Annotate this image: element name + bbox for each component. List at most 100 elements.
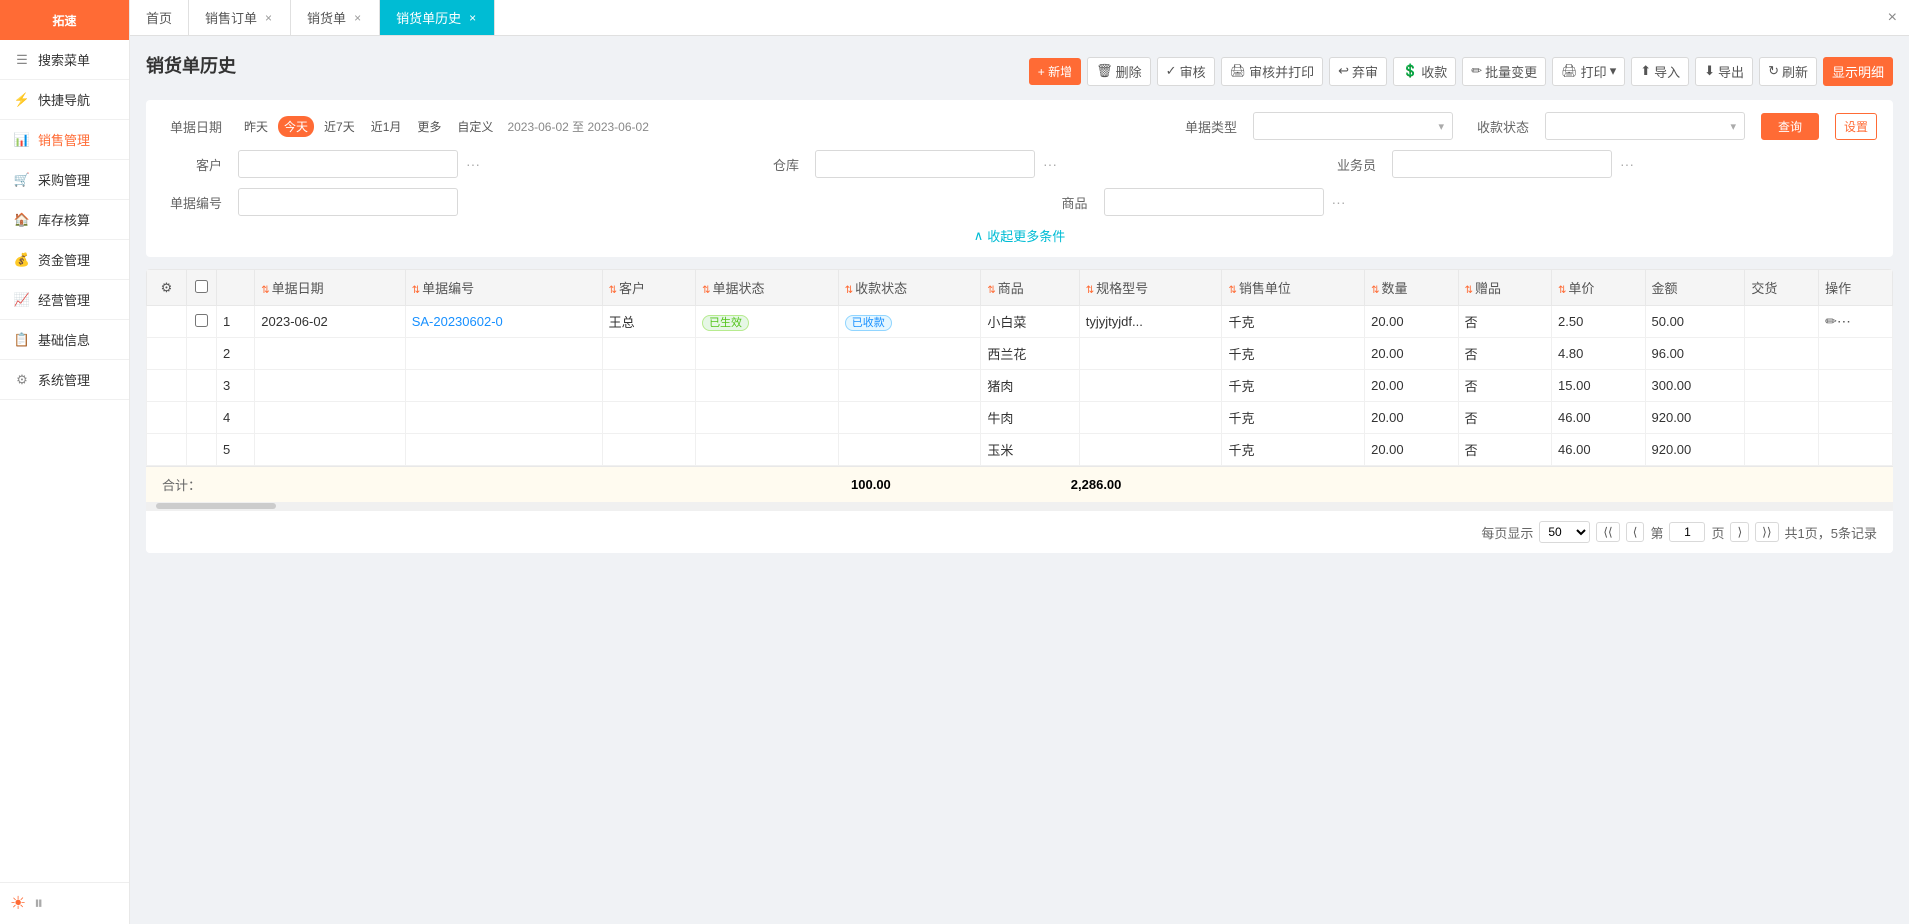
tab-home[interactable]: 首页 bbox=[130, 0, 189, 35]
date-tab-today[interactable]: 今天 bbox=[278, 116, 314, 137]
col-doc-status[interactable]: ⇅单据状态 bbox=[696, 270, 839, 306]
row-cell-doc-no bbox=[405, 370, 602, 402]
sidebar-item-purchase-mgmt[interactable]: 🛒 采购管理 bbox=[0, 160, 129, 200]
row-cell-spec bbox=[1079, 402, 1222, 434]
row-cell-doc-no bbox=[405, 402, 602, 434]
row-cell-product: 猪肉 bbox=[981, 370, 1079, 402]
settings-button[interactable]: 设置 bbox=[1835, 113, 1877, 140]
audit-button[interactable]: ✓ 审核 bbox=[1157, 57, 1215, 86]
row-cell-unit: 千克 bbox=[1222, 402, 1365, 434]
sidebar-item-inventory[interactable]: 🏠 库存核算 bbox=[0, 200, 129, 240]
col-doc-date[interactable]: ⇅单据日期 bbox=[255, 270, 405, 306]
col-customer[interactable]: ⇅客户 bbox=[602, 270, 695, 306]
date-tab-custom[interactable]: 自定义 bbox=[451, 116, 499, 137]
table-body: 12023-06-02SA-20230602-0王总已生效已收款小白菜tyjyj… bbox=[147, 306, 1893, 466]
action-edit-btn[interactable]: ✏ bbox=[1825, 313, 1837, 330]
discard-button[interactable]: ↩ 弃审 bbox=[1329, 57, 1387, 86]
tab-sales-history[interactable]: 销货单历史 × bbox=[380, 0, 495, 35]
settings-gear-icon[interactable]: ⚙ bbox=[161, 280, 173, 295]
sidebar-item-label: 资金管理 bbox=[38, 250, 90, 269]
tab-sales-goods-close[interactable]: × bbox=[352, 10, 363, 26]
filter-area: 单据日期 昨天 今天 近7天 近1月 更多 自定义 2023-06-02 至 2… bbox=[146, 100, 1893, 257]
sidebar-bottom-icon1[interactable]: ☀ bbox=[10, 893, 26, 914]
sidebar-item-sales-mgmt[interactable]: 📊 销售管理 bbox=[0, 120, 129, 160]
date-tab-7days[interactable]: 近7天 bbox=[318, 116, 361, 137]
row-cell-doc-date bbox=[255, 434, 405, 466]
scroll-thumb[interactable] bbox=[156, 503, 276, 509]
row-checkbox-col bbox=[187, 306, 217, 338]
date-tab-1month[interactable]: 近1月 bbox=[365, 116, 408, 137]
customer-input[interactable] bbox=[238, 150, 458, 178]
row-checkbox[interactable] bbox=[195, 314, 208, 327]
salesperson-field: ··· bbox=[1392, 150, 1877, 178]
date-tab-more[interactable]: 更多 bbox=[411, 116, 447, 137]
date-filter-field: 昨天 今天 近7天 近1月 更多 自定义 2023-06-02 至 2023-0… bbox=[238, 116, 1161, 137]
refresh-button[interactable]: ↻ 刷新 bbox=[1759, 57, 1817, 86]
customer-ellipsis-btn[interactable]: ··· bbox=[466, 156, 480, 172]
tab-sales-history-close[interactable]: × bbox=[467, 10, 478, 26]
product-ellipsis-btn[interactable]: ··· bbox=[1332, 194, 1346, 210]
sidebar-item-label: 搜索菜单 bbox=[38, 50, 90, 69]
salesperson-input[interactable] bbox=[1392, 150, 1612, 178]
product-input[interactable] bbox=[1104, 188, 1324, 216]
payment-status-select[interactable]: ▾ bbox=[1545, 112, 1745, 140]
page-number-input[interactable] bbox=[1669, 522, 1705, 542]
collect-button[interactable]: 💲 收款 bbox=[1393, 57, 1456, 86]
doc-type-select[interactable]: ▾ bbox=[1253, 112, 1453, 140]
doc-no-field bbox=[238, 188, 1012, 216]
batch-change-button[interactable]: ✏ 批量变更 bbox=[1462, 57, 1546, 86]
horizontal-scrollbar[interactable] bbox=[146, 502, 1893, 510]
col-doc-no[interactable]: ⇅单据编号 bbox=[405, 270, 602, 306]
more-conditions-btn[interactable]: ∧ 收起更多条件 bbox=[162, 226, 1877, 245]
tab-sales-order-close[interactable]: × bbox=[263, 10, 274, 26]
row-cell-pay-status bbox=[838, 338, 981, 370]
last-page-btn[interactable]: ⟩⟩ bbox=[1755, 522, 1778, 542]
new-button[interactable]: + 新增 bbox=[1029, 58, 1081, 85]
sidebar-bottom-icon2[interactable]: ⏸ bbox=[34, 893, 43, 914]
tab-sales-order[interactable]: 销售订单 × bbox=[189, 0, 291, 35]
salesperson-ellipsis-btn[interactable]: ··· bbox=[1620, 156, 1634, 172]
row-cell-qty: 20.00 bbox=[1365, 338, 1458, 370]
sidebar-item-quick-nav[interactable]: ⚡ 快捷导航 bbox=[0, 80, 129, 120]
first-page-btn[interactable]: ⟨⟨ bbox=[1596, 522, 1619, 542]
sidebar-item-sys-mgmt[interactable]: ⚙ 系统管理 bbox=[0, 360, 129, 400]
tab-sales-goods[interactable]: 销货单 × bbox=[291, 0, 380, 35]
prev-page-btn[interactable]: ⟨ bbox=[1626, 522, 1645, 542]
export-button[interactable]: ⬇ 导出 bbox=[1695, 57, 1753, 86]
page-label: 页 bbox=[1711, 523, 1724, 542]
row-cell-amount: 920.00 bbox=[1645, 402, 1745, 434]
select-all-checkbox[interactable] bbox=[195, 280, 208, 293]
sidebar-item-search-menu[interactable]: ☰ 搜索菜单 bbox=[0, 40, 129, 80]
collect-icon: 💲 bbox=[1402, 63, 1418, 79]
sidebar-item-operations[interactable]: 📈 经营管理 bbox=[0, 280, 129, 320]
row-cell-action bbox=[1819, 338, 1893, 370]
col-price[interactable]: ⇅单价 bbox=[1552, 270, 1645, 306]
doc-type-dropdown-icon: ▾ bbox=[1438, 120, 1444, 133]
customer-field: ··· bbox=[238, 150, 723, 178]
col-gift[interactable]: ⇅赠品 bbox=[1458, 270, 1551, 306]
per-page-select[interactable]: 50 20 100 bbox=[1539, 521, 1590, 543]
print-button[interactable]: 🖨 打印 ▾ bbox=[1552, 57, 1625, 86]
import-button[interactable]: ⬆ 导入 bbox=[1631, 57, 1689, 86]
delete-button[interactable]: 🗑 删除 bbox=[1087, 57, 1151, 86]
audit-print-button[interactable]: 🖨 审核并打印 bbox=[1221, 57, 1324, 86]
doc-no-input[interactable] bbox=[238, 188, 458, 216]
col-pay-status[interactable]: ⇅收款状态 bbox=[838, 270, 981, 306]
doc-no-link[interactable]: SA-20230602-0 bbox=[412, 314, 503, 329]
row-cell-pay-status bbox=[838, 434, 981, 466]
col-spec[interactable]: ⇅规格型号 bbox=[1079, 270, 1222, 306]
sidebar-item-basic-info[interactable]: 📋 基础信息 bbox=[0, 320, 129, 360]
show-detail-button[interactable]: 显示明细 bbox=[1823, 57, 1893, 86]
query-button[interactable]: 查询 bbox=[1761, 113, 1819, 140]
sidebar-item-finance[interactable]: 💰 资金管理 bbox=[0, 240, 129, 280]
warehouse-input[interactable] bbox=[815, 150, 1035, 178]
col-unit[interactable]: ⇅销售单位 bbox=[1222, 270, 1365, 306]
col-product[interactable]: ⇅商品 bbox=[981, 270, 1079, 306]
col-qty[interactable]: ⇅数量 bbox=[1365, 270, 1458, 306]
next-page-btn[interactable]: ⟩ bbox=[1730, 522, 1749, 542]
warehouse-ellipsis-btn[interactable]: ··· bbox=[1043, 156, 1057, 172]
row-cell-qty: 20.00 bbox=[1365, 434, 1458, 466]
action-more-btn[interactable]: ⋯ bbox=[1837, 313, 1851, 330]
date-tab-yesterday[interactable]: 昨天 bbox=[238, 116, 274, 137]
tab-close-all-btn[interactable]: × bbox=[1876, 9, 1909, 27]
